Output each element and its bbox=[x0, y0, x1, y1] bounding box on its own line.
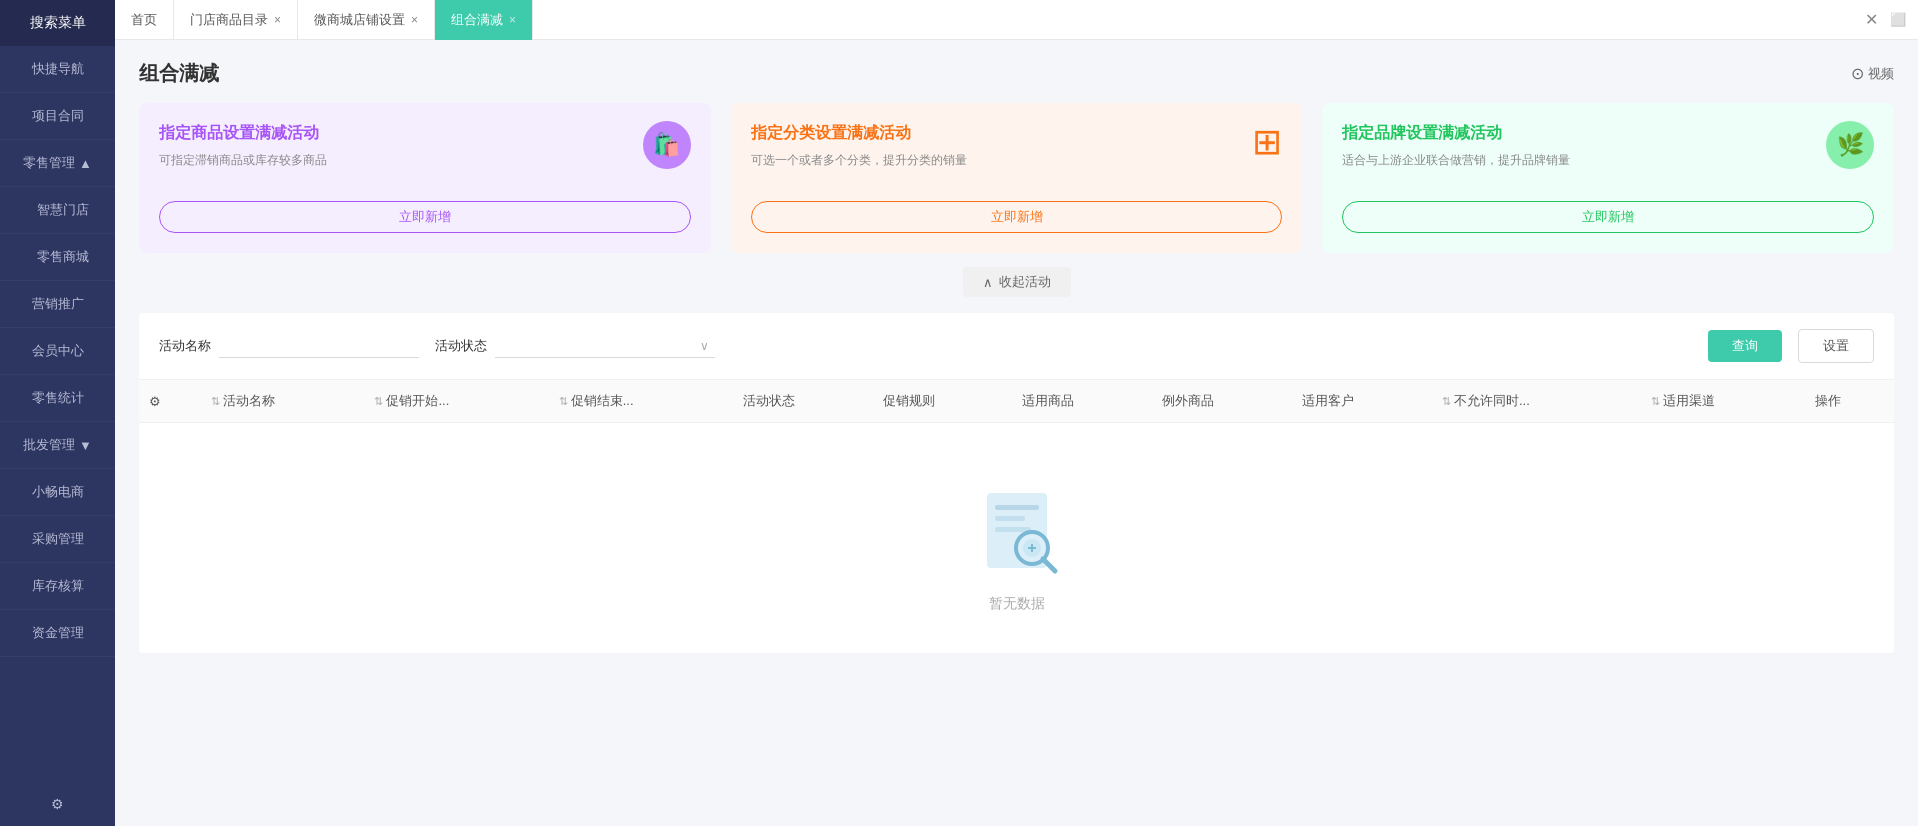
sidebar-item-retail-stats[interactable]: 零售统计 bbox=[0, 375, 115, 422]
grid-icon: ⊞ bbox=[1252, 121, 1282, 163]
sidebar-search[interactable]: 搜索菜单 bbox=[0, 0, 115, 46]
table-gear-icon[interactable]: ⚙ bbox=[149, 394, 161, 409]
empty-illustration bbox=[957, 483, 1077, 583]
sidebar-item-project-contract[interactable]: 项目合同 bbox=[0, 93, 115, 140]
setting-button[interactable]: 设置 bbox=[1798, 329, 1874, 363]
tab-close-wechat-store[interactable]: × bbox=[411, 13, 418, 27]
filter-name-item: 活动名称 bbox=[159, 334, 419, 358]
table-header-row: ⚙ 活动名称 促销开始... 促销结束... 活动状态 促销规则 适用商品 例外… bbox=[139, 380, 1894, 423]
card-category-discount: 指定分类设置满减活动 可选一个或者多个分类，提升分类的销量 ⊞ 立即新增 bbox=[731, 103, 1303, 253]
card-product-title: 指定商品设置满减活动 bbox=[159, 123, 691, 144]
play-circle-icon: ⊙ bbox=[1851, 64, 1864, 83]
sidebar-item-member-center[interactable]: 会员中心 bbox=[0, 328, 115, 375]
bag-icon: 🛍️ bbox=[643, 121, 691, 169]
activity-name-label: 活动名称 bbox=[159, 337, 211, 355]
activity-status-select-wrapper: 进行中 已结束 未开始 ∨ bbox=[495, 334, 715, 358]
svg-rect-1 bbox=[995, 505, 1039, 510]
svg-rect-2 bbox=[995, 516, 1025, 521]
card-product-desc: 可指定滞销商品或库存较多商品 bbox=[159, 152, 691, 169]
col-applicable-channel[interactable]: 适用渠道 bbox=[1641, 380, 1804, 423]
col-promo-rule: 促销规则 bbox=[873, 380, 1013, 423]
empty-text: 暂无数据 bbox=[989, 595, 1045, 613]
tab-combo-discount[interactable]: 组合满减 × bbox=[435, 0, 533, 40]
sidebar-item-quick-nav[interactable]: 快捷导航 bbox=[0, 46, 115, 93]
close-window-icon[interactable]: ✕ bbox=[1865, 10, 1878, 29]
tab-close-combo-discount[interactable]: × bbox=[509, 13, 516, 27]
card-brand-desc: 适合与上游企业联合做营销，提升品牌销量 bbox=[1342, 152, 1874, 169]
col-operation: 操作 bbox=[1805, 380, 1894, 423]
col-exception-goods: 例外商品 bbox=[1152, 380, 1292, 423]
collapse-bar: ∧ 收起活动 bbox=[139, 267, 1894, 297]
main-area: 首页 门店商品目录 × 微商城店铺设置 × 组合满减 × ✕ ⬜ 组合满减 ⊙ … bbox=[115, 0, 1918, 826]
tab-store-catalog[interactable]: 门店商品目录 × bbox=[174, 0, 298, 40]
activity-name-input[interactable] bbox=[219, 334, 419, 358]
activity-status-select[interactable]: 进行中 已结束 未开始 bbox=[495, 334, 715, 357]
filter-row: 活动名称 活动状态 进行中 已结束 未开始 ∨ 查询 设置 bbox=[139, 313, 1894, 380]
col-promo-start[interactable]: 促销开始... bbox=[364, 380, 548, 423]
col-no-same-time[interactable]: 不允许同时... bbox=[1432, 380, 1642, 423]
sidebar-item-fund-mgmt[interactable]: 资金管理 bbox=[0, 610, 115, 657]
card-category-desc: 可选一个或者多个分类，提升分类的销量 bbox=[751, 152, 1283, 169]
chevron-down-icon: ▼ bbox=[79, 438, 92, 453]
col-gear: ⚙ bbox=[139, 380, 201, 423]
video-link[interactable]: ⊙ 视频 bbox=[1851, 64, 1894, 83]
chevron-up-icon: ▲ bbox=[79, 156, 92, 171]
chevron-up-icon: ∧ bbox=[983, 275, 993, 290]
tab-wechat-store[interactable]: 微商城店铺设置 × bbox=[298, 0, 435, 40]
table-wrap: ⚙ 活动名称 促销开始... 促销结束... 活动状态 促销规则 适用商品 例外… bbox=[139, 380, 1894, 653]
tab-close-store-catalog[interactable]: × bbox=[274, 13, 281, 27]
add-product-discount-button[interactable]: 立即新增 bbox=[159, 201, 691, 233]
sidebar-item-purchase-mgmt[interactable]: 采购管理 bbox=[0, 516, 115, 563]
sidebar-item-marketing[interactable]: 营销推广 bbox=[0, 281, 115, 328]
window-controls: ✕ ⬜ bbox=[1853, 10, 1918, 29]
sidebar: 搜索菜单 快捷导航 项目合同 零售管理 ▲ 智慧门店 零售商城 营销推广 会员中… bbox=[0, 0, 115, 826]
card-brand-discount: 指定品牌设置满减活动 适合与上游企业联合做营销，提升品牌销量 🌿 立即新增 bbox=[1322, 103, 1894, 253]
sidebar-settings[interactable]: ⚙ bbox=[0, 782, 115, 826]
page-title: 组合满减 bbox=[139, 60, 219, 87]
sidebar-item-wholesale-mgmt[interactable]: 批发管理 ▼ bbox=[0, 422, 115, 469]
card-brand-title: 指定品牌设置满减活动 bbox=[1342, 123, 1874, 144]
card-category-title: 指定分类设置满减活动 bbox=[751, 123, 1283, 144]
content-area: 组合满减 ⊙ 视频 指定商品设置满减活动 可指定滞销商品或库存较多商品 🛍️ 立… bbox=[115, 40, 1918, 826]
page-header: 组合满减 ⊙ 视频 bbox=[139, 60, 1894, 87]
query-button[interactable]: 查询 bbox=[1708, 330, 1782, 362]
leaf-icon: 🌿 bbox=[1826, 121, 1874, 169]
gear-icon: ⚙ bbox=[51, 796, 64, 812]
filter-status-item: 活动状态 进行中 已结束 未开始 ∨ bbox=[435, 334, 715, 358]
empty-state: 暂无数据 bbox=[139, 423, 1894, 653]
tabs-bar: 首页 门店商品目录 × 微商城店铺设置 × 组合满减 × ✕ ⬜ bbox=[115, 0, 1918, 40]
add-category-discount-button[interactable]: 立即新增 bbox=[751, 201, 1283, 233]
add-brand-discount-button[interactable]: 立即新增 bbox=[1342, 201, 1874, 233]
card-product-discount: 指定商品设置满减活动 可指定滞销商品或库存较多商品 🛍️ 立即新增 bbox=[139, 103, 711, 253]
col-applicable-customer: 适用客户 bbox=[1292, 380, 1432, 423]
sidebar-item-inventory-check[interactable]: 库存核算 bbox=[0, 563, 115, 610]
activity-table: ⚙ 活动名称 促销开始... 促销结束... 活动状态 促销规则 适用商品 例外… bbox=[139, 380, 1894, 423]
col-status: 活动状态 bbox=[733, 380, 873, 423]
tab-home[interactable]: 首页 bbox=[115, 0, 174, 40]
sidebar-item-retail-mgmt[interactable]: 零售管理 ▲ bbox=[0, 140, 115, 187]
activity-status-label: 活动状态 bbox=[435, 337, 487, 355]
col-name[interactable]: 活动名称 bbox=[201, 380, 364, 423]
col-promo-end[interactable]: 促销结束... bbox=[549, 380, 733, 423]
collapse-activities-button[interactable]: ∧ 收起活动 bbox=[963, 267, 1071, 297]
sidebar-item-smart-store[interactable]: 智慧门店 bbox=[0, 187, 115, 234]
sidebar-item-retail-mall[interactable]: 零售商城 bbox=[0, 234, 115, 281]
col-applicable-goods: 适用商品 bbox=[1012, 380, 1152, 423]
maximize-window-icon[interactable]: ⬜ bbox=[1890, 12, 1906, 27]
activity-cards: 指定商品设置满减活动 可指定滞销商品或库存较多商品 🛍️ 立即新增 指定分类设置… bbox=[139, 103, 1894, 253]
sidebar-item-xiaochang-ecom[interactable]: 小畅电商 bbox=[0, 469, 115, 516]
